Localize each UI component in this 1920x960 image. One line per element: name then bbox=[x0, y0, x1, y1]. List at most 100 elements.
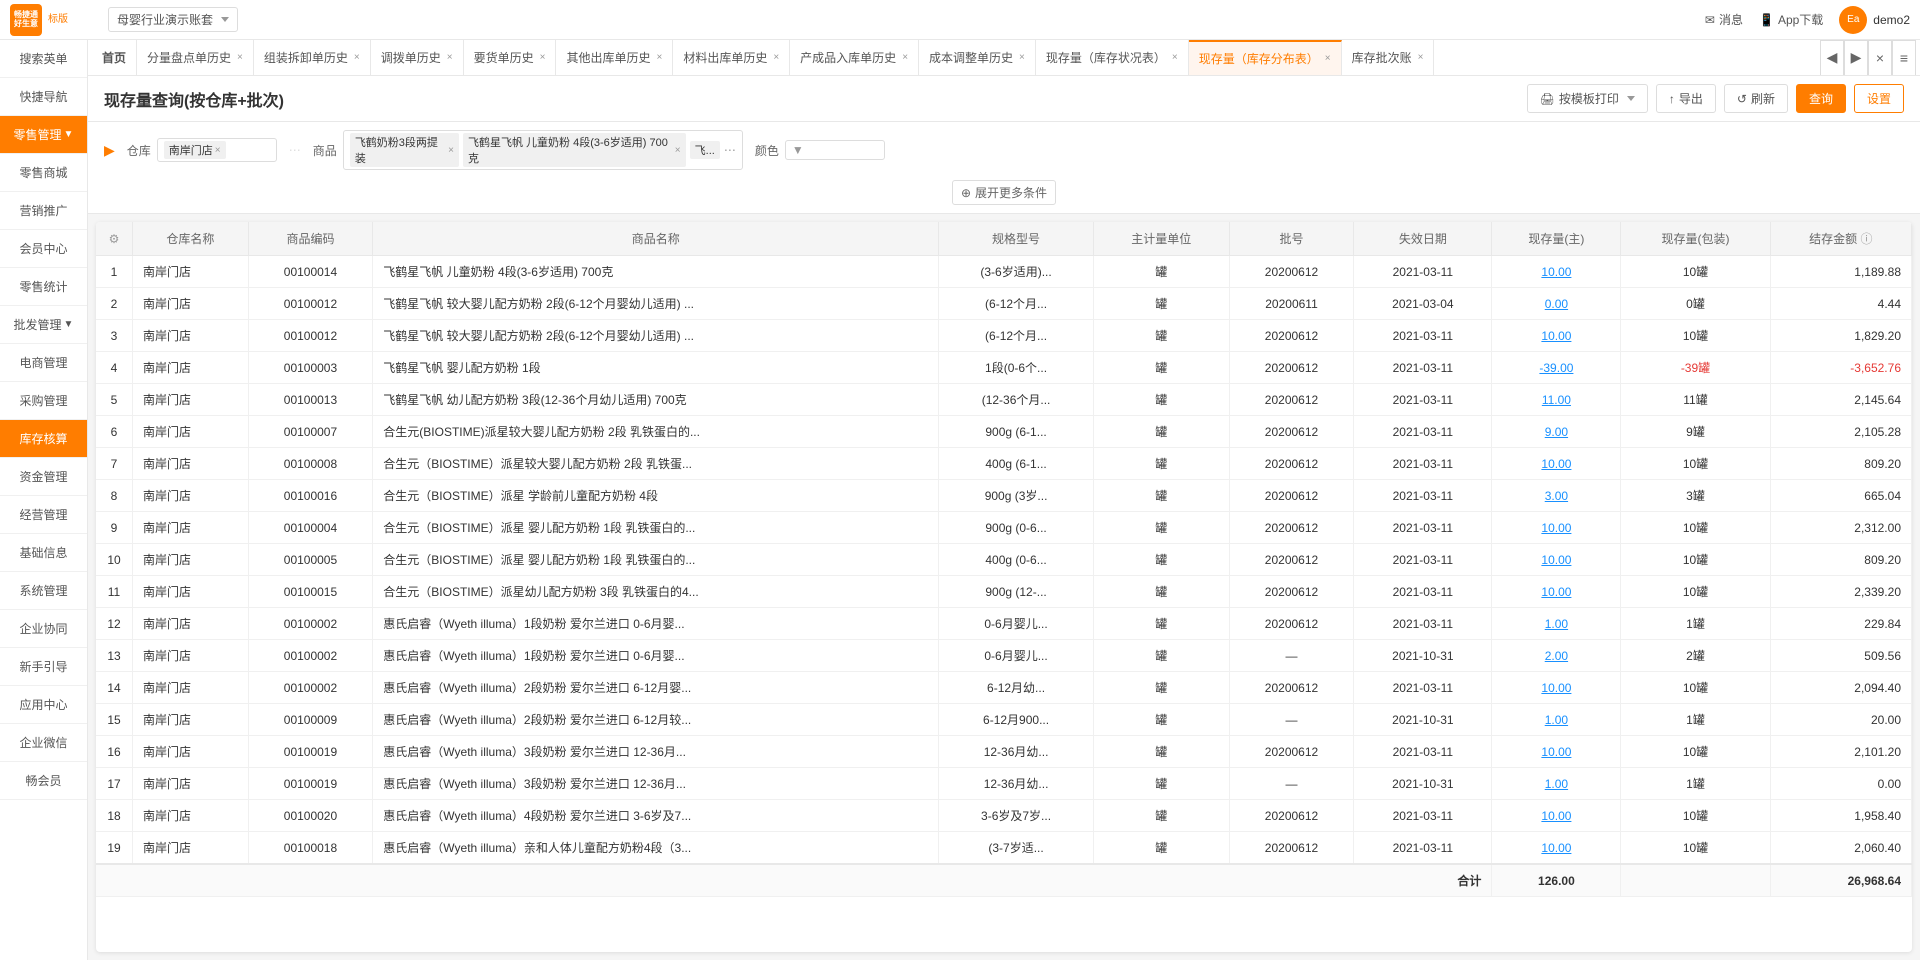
sidebar-item-retail[interactable]: 零售管理 ▼ bbox=[0, 116, 87, 154]
cell-qty-main[interactable]: 2.00 bbox=[1492, 640, 1621, 672]
cell-qty-main[interactable]: 10.00 bbox=[1492, 512, 1621, 544]
export-button[interactable]: ↑ 导出 bbox=[1656, 84, 1716, 113]
sidebar-item-retail-shop[interactable]: 零售商城 bbox=[0, 154, 87, 192]
tab-disassemble[interactable]: 组装拆卸单历史 × bbox=[254, 40, 371, 76]
tab-request-close[interactable]: × bbox=[540, 52, 546, 63]
warehouse-tag-container[interactable]: 南岸门店 × bbox=[157, 138, 277, 162]
tab-other-out[interactable]: 其他出库单历史 × bbox=[556, 40, 673, 76]
cell-qty-main[interactable]: 0.00 bbox=[1492, 288, 1621, 320]
cell-no: 17 bbox=[96, 768, 133, 800]
cell-qty-main[interactable]: 9.00 bbox=[1492, 416, 1621, 448]
sidebar-item-ecommerce[interactable]: 电商管理 bbox=[0, 344, 87, 382]
sidebar-item-enterprise[interactable]: 企业协同 bbox=[0, 610, 87, 648]
user-area[interactable]: Ea demo2 bbox=[1839, 6, 1910, 34]
tab-inventory-dist-close[interactable]: × bbox=[1325, 53, 1331, 64]
cell-name: 惠氏启睿（Wyeth illuma）1段奶粉 爱尔兰进口 0-6月婴... bbox=[373, 640, 939, 672]
cell-qty-main[interactable]: 10.00 bbox=[1492, 576, 1621, 608]
product-tag-1-close[interactable]: × bbox=[448, 145, 454, 156]
cell-qty-main[interactable]: 10.00 bbox=[1492, 320, 1621, 352]
cell-qty-main[interactable]: 10.00 bbox=[1492, 736, 1621, 768]
col-settings[interactable]: ⚙ bbox=[96, 222, 133, 256]
cell-qty-main[interactable]: 10.00 bbox=[1492, 544, 1621, 576]
sidebar-item-finance[interactable]: 资金管理 bbox=[0, 458, 87, 496]
expand-icon: ⊕ bbox=[961, 186, 971, 200]
sidebar-item-search[interactable]: 搜索英单 bbox=[0, 40, 87, 78]
product-tag-2-close[interactable]: × bbox=[675, 145, 681, 156]
cell-qty-pkg: 10罐 bbox=[1621, 320, 1770, 352]
tab-home[interactable]: 首页 bbox=[92, 40, 137, 76]
cell-qty-main[interactable]: 10.00 bbox=[1492, 256, 1621, 288]
sidebar-item-appcenter[interactable]: 应用中心 bbox=[0, 686, 87, 724]
sidebar-item-quicknav[interactable]: 快捷导航 bbox=[0, 78, 87, 116]
settings-button[interactable]: 设置 bbox=[1854, 84, 1904, 113]
sidebar-item-retail-stat[interactable]: 零售统计 bbox=[0, 268, 87, 306]
color-filter-input[interactable]: ▼ bbox=[785, 140, 885, 160]
tab-batch-ledger-close[interactable]: × bbox=[1418, 52, 1424, 63]
message-button[interactable]: ✉ 消息 bbox=[1705, 11, 1743, 28]
sidebar-item-operation[interactable]: 经营管理 bbox=[0, 496, 87, 534]
tab-product-in[interactable]: 产成品入库单历史 × bbox=[790, 40, 919, 76]
cell-qty-main[interactable]: 11.00 bbox=[1492, 384, 1621, 416]
industry-selector[interactable]: 母婴行业演示账套 bbox=[108, 7, 238, 32]
cell-qty-main[interactable]: 10.00 bbox=[1492, 832, 1621, 865]
tab-inventory-status-close[interactable]: × bbox=[1172, 52, 1178, 63]
tab-menu-button[interactable]: ≡ bbox=[1892, 40, 1916, 76]
tab-split-inventory[interactable]: 分量盘点单历史 × bbox=[137, 40, 254, 76]
cell-warehouse: 南岸门店 bbox=[133, 544, 249, 576]
tab-material-out[interactable]: 材料出库单历史 × bbox=[673, 40, 790, 76]
product-tag-container[interactable]: 飞鹤奶粉3段两提装 × 飞鹤星飞帆 儿童奶粉 4段(3-6岁适用) 700克 ×… bbox=[343, 130, 743, 170]
sidebar-item-inventory[interactable]: 库存核算 bbox=[0, 420, 87, 458]
tab-request[interactable]: 要货单历史 × bbox=[464, 40, 557, 76]
cell-batch: 20200612 bbox=[1229, 832, 1354, 865]
cell-qty-pkg: 10罐 bbox=[1621, 256, 1770, 288]
sidebar-item-member[interactable]: 会员中心 bbox=[0, 230, 87, 268]
cell-qty-main[interactable]: 1.00 bbox=[1492, 608, 1621, 640]
footer-total-qty: 126.00 bbox=[1492, 864, 1621, 897]
tab-inventory-dist[interactable]: 现存量（库存分布表） × bbox=[1189, 40, 1342, 76]
warehouse-tag-close[interactable]: × bbox=[215, 145, 221, 156]
amount-info-icon[interactable]: ⓘ bbox=[1860, 232, 1872, 246]
tab-disassemble-label: 组装拆卸单历史 bbox=[264, 49, 348, 66]
tab-prev-button[interactable]: ◀ bbox=[1820, 40, 1844, 76]
filter-expand-arrow[interactable]: ▶ bbox=[104, 142, 115, 159]
tab-pickup-close[interactable]: × bbox=[447, 52, 453, 63]
sidebar-item-basic[interactable]: 基础信息 bbox=[0, 534, 87, 572]
tab-split-close[interactable]: × bbox=[237, 52, 243, 63]
cell-name: 合生元（BIOSTIME）派星 婴儿配方奶粉 1段 乳铁蛋白的... bbox=[373, 512, 939, 544]
cell-qty-main[interactable]: -39.00 bbox=[1492, 352, 1621, 384]
cell-qty-main[interactable]: 10.00 bbox=[1492, 448, 1621, 480]
tab-batch-ledger[interactable]: 库存批次账 × bbox=[1342, 40, 1435, 76]
sidebar-item-purchase[interactable]: 采购管理 bbox=[0, 382, 87, 420]
sidebar-item-wholesale[interactable]: 批发管理 ▼ bbox=[0, 306, 87, 344]
tab-next-button[interactable]: ▶ bbox=[1844, 40, 1868, 76]
product-tag-2-text: 飞鹤星飞帆 儿童奶粉 4段(3-6岁适用) 700克 bbox=[468, 134, 673, 166]
tab-pickup[interactable]: 调拨单历史 × bbox=[371, 40, 464, 76]
app-download-button[interactable]: 📱 App下载 bbox=[1759, 11, 1823, 28]
sidebar-item-marketing[interactable]: 营销推广 bbox=[0, 192, 87, 230]
cell-spec: 900g (3岁... bbox=[939, 480, 1094, 512]
tab-disassemble-close[interactable]: × bbox=[354, 52, 360, 63]
tab-material-out-close[interactable]: × bbox=[773, 52, 779, 63]
query-button[interactable]: 查询 bbox=[1796, 84, 1846, 113]
column-settings-icon[interactable]: ⚙ bbox=[106, 231, 122, 247]
tab-cost-adjust-close[interactable]: × bbox=[1019, 52, 1025, 63]
cell-qty-main[interactable]: 10.00 bbox=[1492, 800, 1621, 832]
cell-qty-main[interactable]: 1.00 bbox=[1492, 768, 1621, 800]
cell-qty-main[interactable]: 1.00 bbox=[1492, 704, 1621, 736]
refresh-button[interactable]: ↺ 刷新 bbox=[1724, 84, 1788, 113]
expand-conditions-button[interactable]: ⊕ 展开更多条件 bbox=[952, 180, 1056, 205]
sidebar-item-vip[interactable]: 畅会员 bbox=[0, 762, 87, 800]
tab-product-in-close[interactable]: × bbox=[902, 52, 908, 63]
sidebar-item-corpwechat[interactable]: 企业微信 bbox=[0, 724, 87, 762]
sidebar-item-system[interactable]: 系统管理 bbox=[0, 572, 87, 610]
cell-qty-main[interactable]: 3.00 bbox=[1492, 480, 1621, 512]
tab-inventory-status[interactable]: 现存量（库存状况表） × bbox=[1036, 40, 1189, 76]
cell-qty-main[interactable]: 10.00 bbox=[1492, 672, 1621, 704]
cell-name: 惠氏启睿（Wyeth illuma）3段奶粉 爱尔兰进口 12-36月... bbox=[373, 736, 939, 768]
tab-other-out-close[interactable]: × bbox=[656, 52, 662, 63]
template-print-button[interactable]: 🖨 按模板打印 bbox=[1527, 84, 1648, 113]
tab-cost-adjust[interactable]: 成本调整单历史 × bbox=[919, 40, 1036, 76]
product-filter-more[interactable]: ⋯ bbox=[724, 143, 736, 157]
tab-close-button[interactable]: × bbox=[1868, 40, 1892, 76]
sidebar-item-newguide[interactable]: 新手引导 bbox=[0, 648, 87, 686]
